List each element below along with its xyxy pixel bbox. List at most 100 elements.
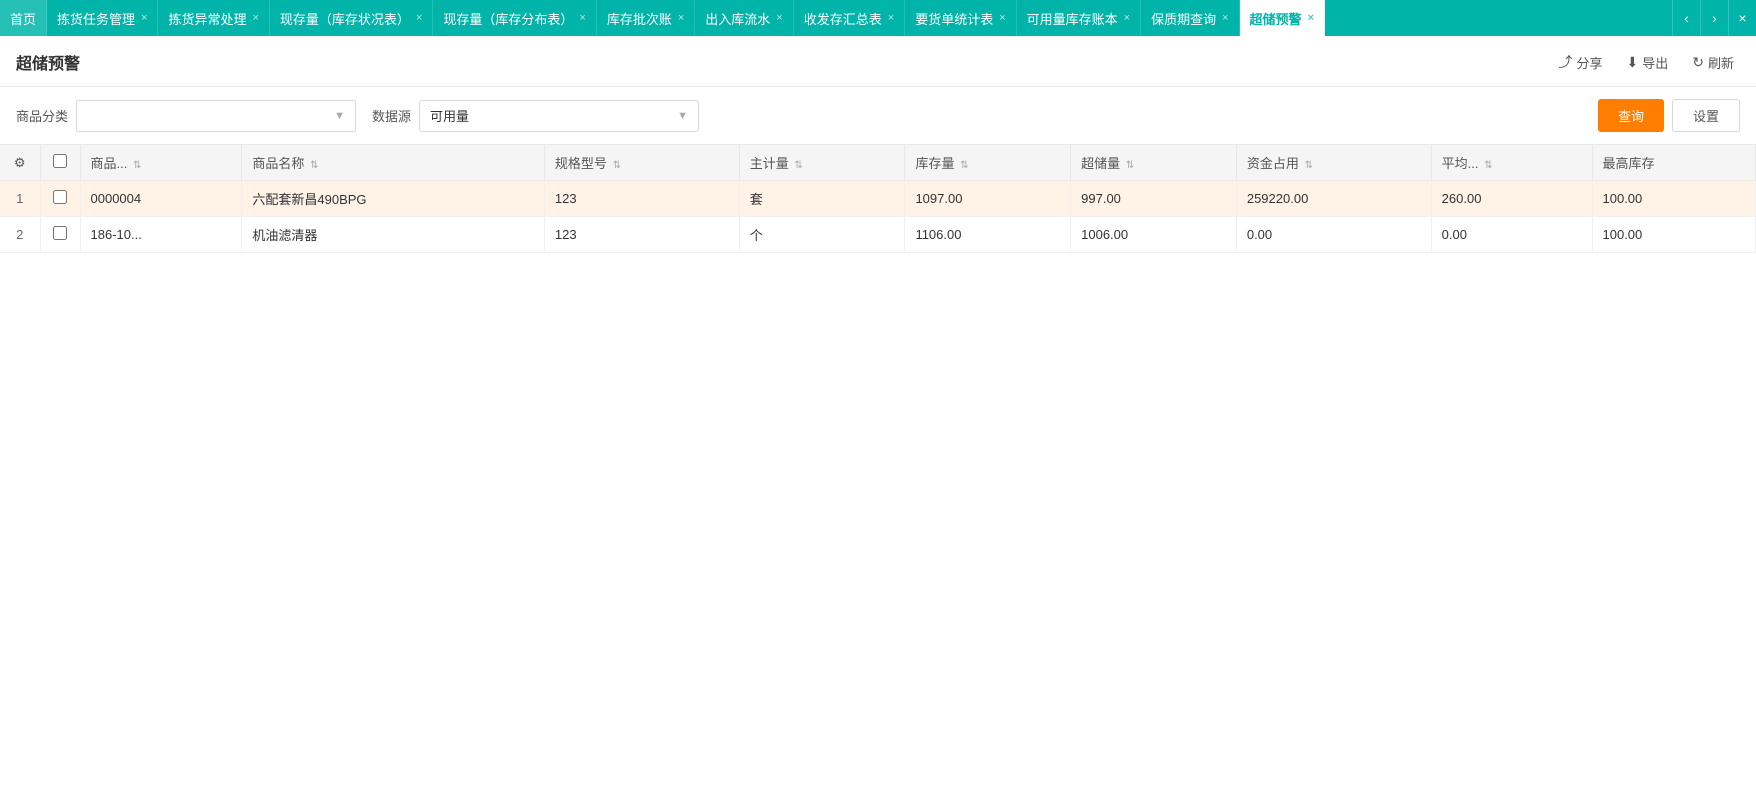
sort-icon: ⇅ bbox=[1126, 160, 1134, 171]
close-icon[interactable]: × bbox=[1222, 12, 1228, 24]
stock-cell: 1097.00 bbox=[905, 181, 1071, 217]
close-icon[interactable]: × bbox=[141, 12, 147, 24]
column-gear[interactable]: ⚙ bbox=[0, 145, 40, 181]
refresh-icon: ↻ bbox=[1692, 54, 1704, 71]
nav-item-inout-flow[interactable]: 出入库流水 × bbox=[695, 0, 793, 36]
page-header: 超储预警 ⤴ 分享 ⬇ 导出 ↻ 刷新 bbox=[0, 36, 1756, 87]
product-name-cell: 机油滤清器 bbox=[242, 217, 545, 253]
close-icon[interactable]: × bbox=[579, 12, 585, 24]
query-button[interactable]: 查询 bbox=[1598, 99, 1664, 132]
nav-item-batch-account[interactable]: 库存批次账 × bbox=[597, 0, 695, 36]
row-checkbox[interactable] bbox=[53, 226, 67, 240]
share-icon: ⤴ bbox=[1558, 52, 1572, 72]
column-spec[interactable]: 规格型号 ⇅ bbox=[544, 145, 739, 181]
column-stock[interactable]: 库存量 ⇅ bbox=[905, 145, 1071, 181]
close-icon[interactable]: × bbox=[776, 12, 782, 24]
overstock-cell: 1006.00 bbox=[1071, 217, 1237, 253]
filter-actions: 查询 设置 bbox=[1598, 99, 1740, 132]
close-icon[interactable]: × bbox=[1308, 12, 1314, 24]
capital-cell: 259220.00 bbox=[1236, 181, 1431, 217]
row-checkbox-cell bbox=[40, 181, 80, 217]
column-max-stock[interactable]: 最高库存 bbox=[1592, 145, 1756, 181]
unit-cell: 套 bbox=[739, 181, 905, 217]
max-stock-cell: 100.00 bbox=[1592, 217, 1756, 253]
chevron-down-icon: ▼ bbox=[334, 110, 345, 122]
category-label: 商品分类 bbox=[16, 106, 68, 125]
nav-item-recv-send[interactable]: 收发存汇总表 × bbox=[794, 0, 905, 36]
column-unit[interactable]: 主计量 ⇅ bbox=[739, 145, 905, 181]
row-checkbox[interactable] bbox=[53, 190, 67, 204]
table-row: 1 0000004 六配套新昌490BPG 123 套 1097.00 997.… bbox=[0, 181, 1756, 217]
avg-cell: 260.00 bbox=[1431, 181, 1592, 217]
datasource-label: 数据源 bbox=[372, 106, 411, 125]
max-stock-cell: 100.00 bbox=[1592, 181, 1756, 217]
avg-cell: 0.00 bbox=[1431, 217, 1592, 253]
settings-button[interactable]: 设置 bbox=[1672, 99, 1740, 132]
column-checkbox bbox=[40, 145, 80, 181]
unit-cell: 个 bbox=[739, 217, 905, 253]
page-title: 超储预警 bbox=[16, 50, 80, 74]
close-icon[interactable]: × bbox=[999, 12, 1005, 24]
nav-item-abnormal[interactable]: 拣货异常处理 × bbox=[158, 0, 269, 36]
sort-icon: ⇅ bbox=[960, 160, 968, 171]
export-button[interactable]: ⬇ 导出 bbox=[1621, 49, 1675, 76]
table-area: ⚙ 商品... ⇅ 商品名称 ⇅ 规格型号 ⇅ bbox=[0, 144, 1756, 253]
nav-arrow-left[interactable]: ‹ bbox=[1672, 0, 1700, 36]
sort-icon: ⇅ bbox=[1304, 160, 1312, 171]
overstock-cell: 997.00 bbox=[1071, 181, 1237, 217]
sort-icon: ⇅ bbox=[794, 160, 802, 171]
column-avg[interactable]: 平均... ⇅ bbox=[1431, 145, 1592, 181]
nav-item-quality-check[interactable]: 保质期查询 × bbox=[1141, 0, 1239, 36]
row-checkbox-cell bbox=[40, 217, 80, 253]
nav-item-home[interactable]: 首页 bbox=[0, 0, 47, 36]
product-code-cell: 0000004 bbox=[80, 181, 242, 217]
close-icon[interactable]: × bbox=[416, 12, 422, 24]
page-container: 超储预警 ⤴ 分享 ⬇ 导出 ↻ 刷新 商品分类 ▼ 数据源 bbox=[0, 36, 1756, 800]
column-overstock[interactable]: 超储量 ⇅ bbox=[1071, 145, 1237, 181]
nav-item-order-stats[interactable]: 要货单统计表 × bbox=[905, 0, 1016, 36]
nav-item-task-mgmt[interactable]: 拣货任务管理 × bbox=[47, 0, 158, 36]
nav-item-stock-dist[interactable]: 现存量（库存分布表） × bbox=[433, 0, 596, 36]
select-all-checkbox[interactable] bbox=[53, 154, 67, 168]
nav-arrows: ‹ › × bbox=[1672, 0, 1756, 36]
nav-item-overstock[interactable]: 超储预警 × bbox=[1240, 0, 1325, 36]
nav-item-avail-account[interactable]: 可用量库存账本 × bbox=[1017, 0, 1141, 36]
sort-icon: ⇅ bbox=[310, 160, 318, 171]
nav-arrow-right[interactable]: › bbox=[1700, 0, 1728, 36]
column-product-name[interactable]: 商品名称 ⇅ bbox=[242, 145, 545, 181]
sort-icon: ⇅ bbox=[1484, 160, 1492, 171]
datasource-select-value: 可用量 bbox=[430, 106, 469, 125]
header-actions: ⤴ 分享 ⬇ 导出 ↻ 刷新 bbox=[1552, 48, 1740, 76]
chevron-down-icon: ▼ bbox=[677, 110, 688, 122]
column-capital[interactable]: 资金占用 ⇅ bbox=[1236, 145, 1431, 181]
filter-area: 商品分类 ▼ 数据源 可用量 ▼ 查询 设置 bbox=[0, 87, 1756, 144]
export-icon: ⬇ bbox=[1627, 54, 1639, 71]
close-icon[interactable]: × bbox=[678, 12, 684, 24]
table-row: 2 186-10... 机油滤清器 123 个 1106.00 1006.00 … bbox=[0, 217, 1756, 253]
close-icon[interactable]: × bbox=[1124, 12, 1130, 24]
stock-cell: 1106.00 bbox=[905, 217, 1071, 253]
nav-arrow-close[interactable]: × bbox=[1728, 0, 1756, 36]
spec-cell: 123 bbox=[544, 181, 739, 217]
share-button[interactable]: ⤴ 分享 bbox=[1552, 48, 1608, 76]
row-num: 1 bbox=[0, 181, 40, 217]
row-num: 2 bbox=[0, 217, 40, 253]
table-header-row: ⚙ 商品... ⇅ 商品名称 ⇅ 规格型号 ⇅ bbox=[0, 145, 1756, 181]
sort-icon: ⇅ bbox=[613, 160, 621, 171]
filter-group-datasource: 数据源 可用量 ▼ bbox=[372, 100, 699, 132]
close-icon[interactable]: × bbox=[252, 12, 258, 24]
sort-icon: ⇅ bbox=[133, 160, 141, 171]
nav-item-stock-status[interactable]: 现存量（库存状况表） × bbox=[270, 0, 433, 36]
data-table: ⚙ 商品... ⇅ 商品名称 ⇅ 规格型号 ⇅ bbox=[0, 144, 1756, 253]
product-name-cell: 六配套新昌490BPG bbox=[242, 181, 545, 217]
product-code-cell: 186-10... bbox=[80, 217, 242, 253]
nav-bar: 首页 拣货任务管理 × 拣货异常处理 × 现存量（库存状况表） × 现存量（库存… bbox=[0, 0, 1756, 36]
refresh-button[interactable]: ↻ 刷新 bbox=[1686, 49, 1740, 76]
capital-cell: 0.00 bbox=[1236, 217, 1431, 253]
datasource-select[interactable]: 可用量 ▼ bbox=[419, 100, 699, 132]
filter-group-category: 商品分类 ▼ bbox=[16, 100, 356, 132]
category-select[interactable]: ▼ bbox=[76, 100, 356, 132]
close-icon[interactable]: × bbox=[888, 12, 894, 24]
spec-cell: 123 bbox=[544, 217, 739, 253]
column-product-code[interactable]: 商品... ⇅ bbox=[80, 145, 242, 181]
